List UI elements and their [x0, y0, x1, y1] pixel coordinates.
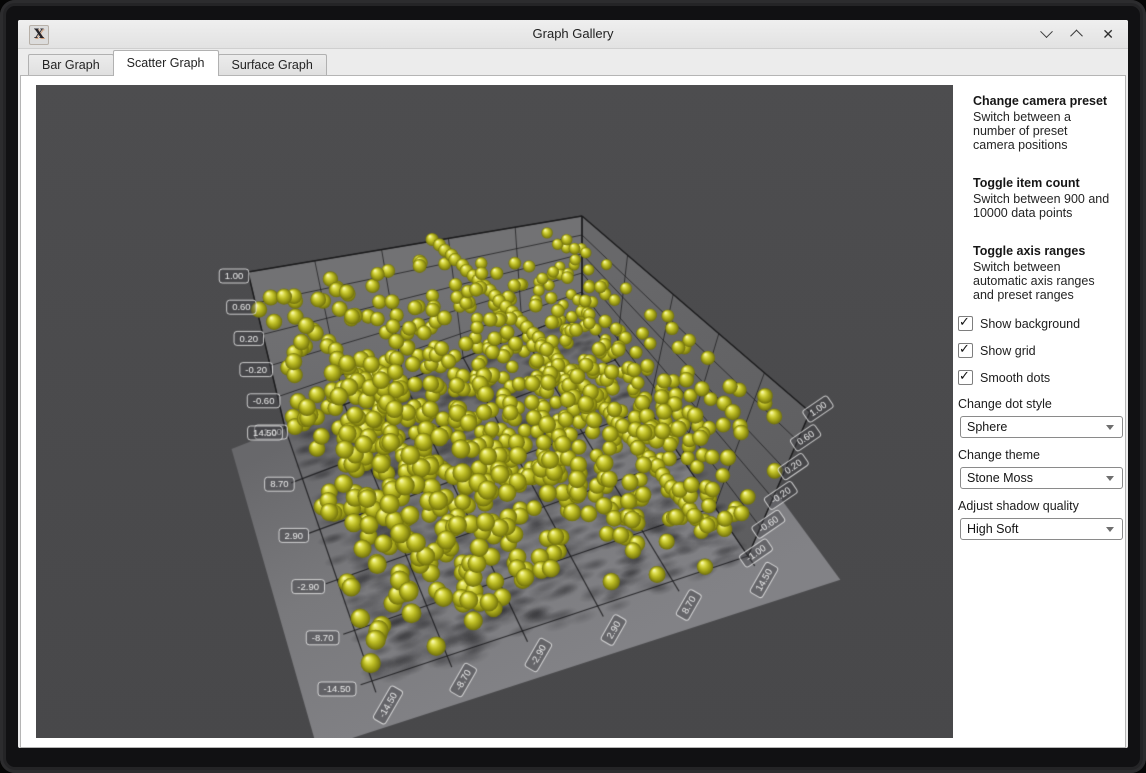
- toggle-item-count-button[interactable]: Toggle item count Switch between 900 and…: [956, 166, 1122, 220]
- checkbox-icon: [958, 341, 973, 358]
- checkbox-smooth-dots[interactable]: Smooth dots: [958, 368, 1122, 385]
- checkbox-show-grid[interactable]: Show grid: [958, 341, 1122, 358]
- checkbox-icon: [958, 314, 973, 331]
- tab-content-pane: Change camera preset Switch between a nu…: [20, 75, 1126, 748]
- theme-select[interactable]: Stone Moss: [960, 467, 1123, 489]
- shadow-quality-label: Adjust shadow quality: [958, 499, 1079, 513]
- dot-style-label: Change dot style: [958, 397, 1052, 411]
- tab-bar-graph[interactable]: Bar Graph: [28, 54, 114, 76]
- minimize-icon[interactable]: [1040, 24, 1054, 38]
- change-camera-preset-button[interactable]: Change camera preset Switch between a nu…: [956, 84, 1122, 152]
- window-title: Graph Gallery: [532, 26, 614, 41]
- application-window: X Graph Gallery ✕ Bar Graph Scatter Grap…: [18, 20, 1128, 748]
- scatter-3d-view[interactable]: [36, 85, 953, 738]
- close-icon[interactable]: ✕: [1102, 20, 1114, 48]
- checkbox-icon: [958, 368, 973, 385]
- chevron-down-icon: [1106, 424, 1114, 430]
- theme-label: Change theme: [958, 448, 1041, 462]
- maximize-icon[interactable]: [1070, 29, 1084, 42]
- chevron-down-icon: [1106, 526, 1114, 532]
- checkbox-show-background[interactable]: Show background: [958, 314, 1122, 331]
- tab-surface-graph[interactable]: Surface Graph: [217, 54, 327, 76]
- chevron-down-icon: [1106, 475, 1114, 481]
- tab-bar: Bar Graph Scatter Graph Surface Graph: [28, 50, 327, 76]
- title-bar[interactable]: X Graph Gallery ✕: [18, 20, 1128, 49]
- toggle-axis-ranges-button[interactable]: Toggle axis ranges Switch between automa…: [956, 234, 1122, 302]
- tab-scatter-graph[interactable]: Scatter Graph: [112, 50, 219, 76]
- window-frame: X Graph Gallery ✕ Bar Graph Scatter Grap…: [0, 0, 1146, 773]
- shadow-quality-select[interactable]: High Soft: [960, 518, 1123, 540]
- control-panel: Change camera preset Switch between a nu…: [956, 84, 1123, 540]
- dot-style-select[interactable]: Sphere: [960, 416, 1123, 438]
